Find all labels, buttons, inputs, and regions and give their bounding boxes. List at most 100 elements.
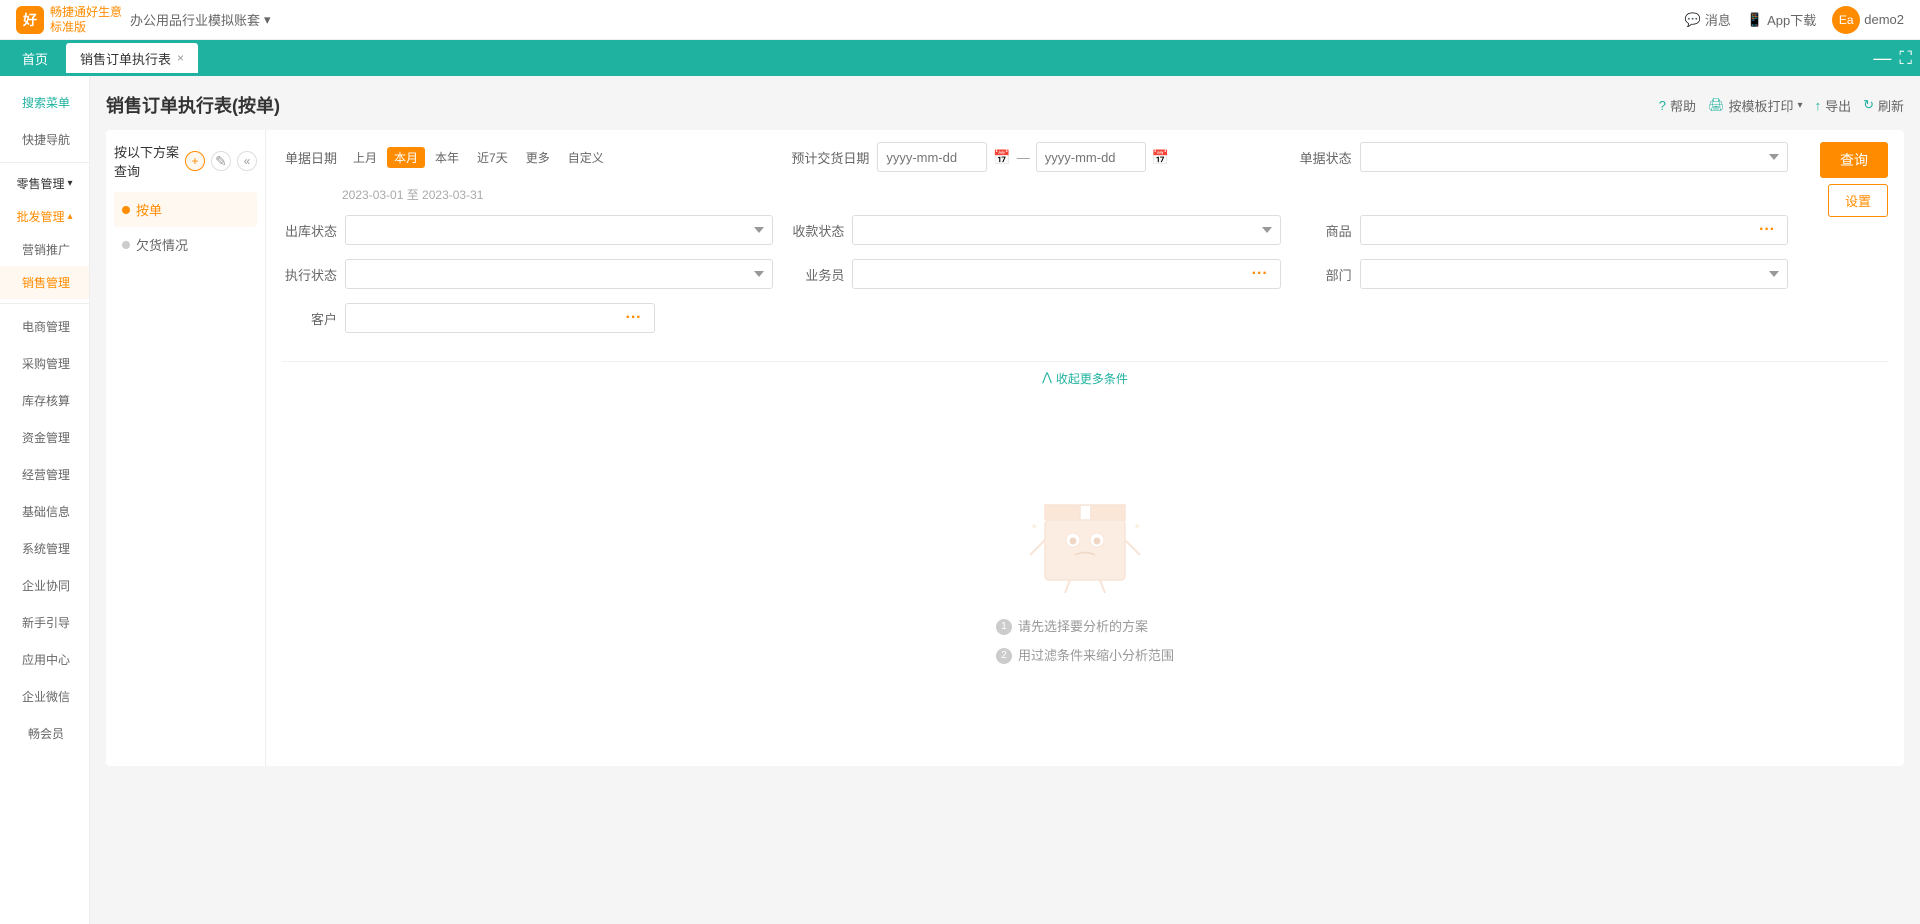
sidebar-item-wechat[interactable]: 企业微信 [0,678,89,715]
expected-date-inputs: 📅 — 📅 [877,142,1169,172]
content-area: 销售订单执行表(按单) ? 帮助 🖨 按模板打印 ▾ ↑ 导出 ↻ 刷新 [90,76,1920,924]
sidebar-item-finance[interactable]: 资金管理 [0,419,89,456]
expected-date-start[interactable] [877,142,987,172]
expected-date-filter: 预计交货日期 📅 — 📅 [789,142,1280,172]
receipt-status-select[interactable] [852,215,1280,245]
user-profile-action[interactable]: Ea demo2 [1832,6,1904,34]
page-title-bar: 销售订单执行表(按单) ? 帮助 🖨 按模板打印 ▾ ↑ 导出 ↻ 刷新 [106,92,1904,118]
doc-status-filter: 单据状态 [1297,142,1788,172]
sidebar-item-member[interactable]: 畅会员 [0,715,89,752]
help-btn[interactable]: ? 帮助 [1659,96,1696,115]
left-panel-header: 按以下方案查询 + ✎ « [114,142,257,180]
sidebar-item-operations[interactable]: 经营管理 [0,456,89,493]
doc-status-label: 单据状态 [1297,148,1352,167]
tab-bar-right: — ⛶ [1873,48,1912,69]
expected-date-end[interactable] [1036,142,1146,172]
sidebar-item-wholesale[interactable]: 批发管理 ▴ [0,200,89,233]
salesperson-label: 业务员 [789,265,844,284]
page-actions: ? 帮助 🖨 按模板打印 ▾ ↑ 导出 ↻ 刷新 [1659,96,1904,115]
sidebar-item-system[interactable]: 系统管理 [0,530,89,567]
message-action[interactable]: 💬 消息 [1685,10,1731,29]
app-download-action[interactable]: 📱 App下载 [1747,10,1816,29]
calendar-end-icon: 📅 [1152,149,1169,166]
header-left: 好 畅捷通好生意 标准版 办公用品行业模拟账套 ▾ [16,5,271,34]
help-icon: ? [1659,98,1666,113]
header-right: 💬 消息 📱 App下载 Ea demo2 [1685,6,1904,34]
out-status-label: 出库状态 [282,221,337,240]
out-status-select[interactable] [345,215,773,245]
content-inner: 按以下方案查询 + ✎ « 按单 欠货情况 [106,130,1904,766]
inactive-scheme-dot [122,241,130,249]
exec-status-select[interactable] [345,259,773,289]
tab-home[interactable]: 首页 [8,43,62,74]
sidebar-item-enterprise[interactable]: 企业协同 [0,567,89,604]
product-filter: 商品 ··· [1297,215,1788,245]
tab-sales-order[interactable]: 销售订单执行表 × [66,43,198,73]
tip-item-2: 2 用过滤条件来缩小分析范围 [996,644,1174,667]
refresh-btn[interactable]: ↻ 刷新 [1863,96,1904,115]
doc-status-select[interactable] [1360,142,1788,172]
sidebar-item-purchase[interactable]: 采购管理 [0,345,89,382]
breadcrumb-dropdown[interactable]: ▾ [264,12,271,28]
collapse-more-bar[interactable]: ⋀ 收起更多条件 [282,361,1888,395]
customer-filter: 客户 ··· [282,303,655,333]
salesperson-picker-btn[interactable]: ··· [1248,265,1272,283]
logo-text: 畅捷通好生意 标准版 [50,5,122,34]
sidebar-divider-2 [0,303,89,304]
filter-section: 单据日期 上月 本月 本年 近7天 更多 自定义 [282,142,1788,347]
svg-text:✦: ✦ [1030,522,1038,533]
sidebar-item-app-center[interactable]: 应用中心 [0,641,89,678]
dept-label: 部门 [1297,265,1352,284]
dept-select[interactable] [1360,259,1788,289]
empty-illustration: ✦ ✦ [1025,475,1145,595]
page-title: 销售订单执行表(按单) [106,92,280,118]
print-btn[interactable]: 🖨 按模板打印 ▾ [1708,96,1803,115]
tip-num-2: 2 [996,648,1012,664]
settings-btn[interactable]: 设置 [1828,184,1888,217]
app-download-icon: 📱 [1747,12,1763,28]
this-year-btn[interactable]: 本年 [427,145,467,170]
scheme-item-shortage[interactable]: 欠货情况 [114,227,257,262]
current-month-btn[interactable]: 本月 [387,147,425,168]
sidebar-quick-nav[interactable]: 快捷导航 [0,121,89,158]
prev-month-btn[interactable]: 上月 [345,145,385,170]
tab-maximize-icon[interactable]: ⛶ [1899,48,1912,69]
export-btn[interactable]: ↑ 导出 [1815,96,1852,115]
message-icon: 💬 [1685,12,1701,28]
add-scheme-btn[interactable]: + [185,151,205,171]
main-layout: 搜索菜单 快捷导航 零售管理 ▾ 批发管理 ▴ 营销推广 销售管理 电商管理 采… [0,76,1920,924]
avatar: Ea [1832,6,1860,34]
sidebar-item-ecommerce[interactable]: 电商管理 [0,308,89,345]
customer-picker-btn[interactable]: ··· [622,309,646,327]
collapse-panel-btn[interactable]: « [237,151,257,171]
exec-status-filter: 执行状态 [282,259,773,289]
date-range-display: 2023-03-01 至 2023-03-31 [342,186,1788,203]
sidebar-item-inventory[interactable]: 库存核算 [0,382,89,419]
date-btn-group: 上月 本月 本年 近7天 更多 自定义 [345,145,773,170]
sidebar-item-basic-info[interactable]: 基础信息 [0,493,89,530]
7days-btn[interactable]: 近7天 [469,145,516,170]
tab-close-icon[interactable]: × [177,51,184,65]
tab-minimize-icon[interactable]: — [1873,48,1891,69]
scheme-item-single[interactable]: 按单 [114,192,257,227]
calendar-start-icon: 📅 [993,149,1010,166]
refresh-icon: ↻ [1863,97,1874,113]
chevron-down-icon: ▾ [67,178,72,189]
sidebar-search-menu[interactable]: 搜索菜单 [0,84,89,121]
out-status-filter: 出库状态 [282,215,773,245]
receipt-status-filter: 收款状态 [789,215,1280,245]
sidebar-item-retail[interactable]: 零售管理 ▾ [0,167,89,200]
logo-icon: 好 [16,6,44,34]
empty-state: ✦ ✦ 1 请先选择要分析的方案 2 用过滤条件来缩小分析范围 [282,395,1888,754]
edit-scheme-btn[interactable]: ✎ [211,151,231,171]
custom-btn[interactable]: 自定义 [560,145,612,170]
product-picker-btn[interactable]: ··· [1755,221,1779,239]
doc-date-label: 单据日期 [282,148,337,167]
query-btn[interactable]: 查询 [1820,142,1888,178]
sidebar-item-marketing[interactable]: 营销推广 [0,233,89,266]
more-btn[interactable]: 更多 [518,145,558,170]
sidebar-item-sales[interactable]: 销售管理 [0,266,89,299]
export-icon: ↑ [1815,98,1822,113]
sidebar-item-guide[interactable]: 新手引导 [0,604,89,641]
doc-date-filter: 单据日期 上月 本月 本年 近7天 更多 自定义 [282,145,773,170]
